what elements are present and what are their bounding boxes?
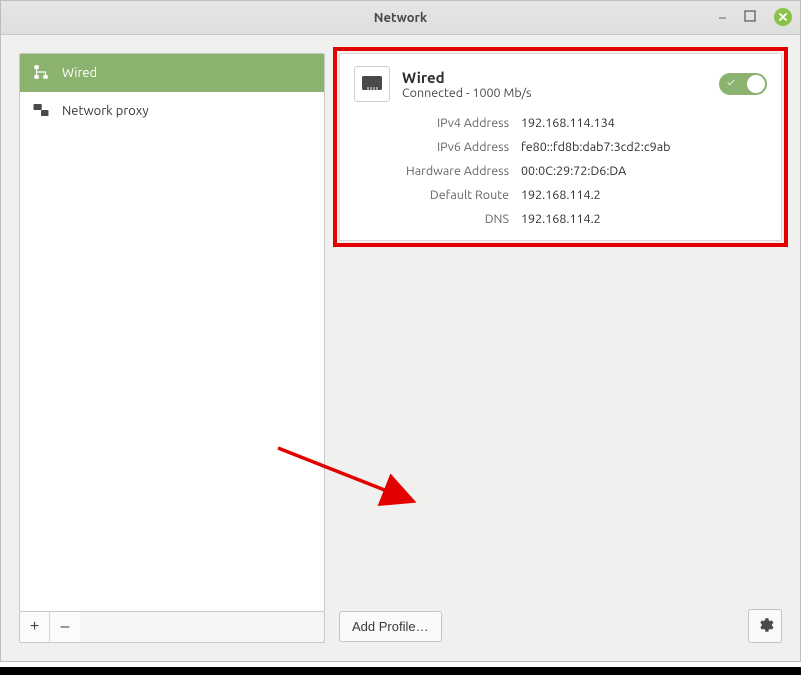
sidebar-item-network-proxy[interactable]: Network proxy [20,92,324,130]
titlebar: Network – [1,1,800,35]
plus-icon: + [30,618,39,636]
sidebar: Wired Network proxy + – [19,53,325,643]
hardware-address: 00:0C:29:72:D6:DA [521,164,767,178]
check-icon: ✓ [727,77,735,89]
close-button[interactable] [774,8,792,26]
detail-key: DNS [354,212,509,226]
dns: 192.168.114.2 [521,212,767,226]
ipv4-address: 192.168.114.134 [521,116,767,130]
settings-button[interactable] [748,609,782,643]
ipv6-address: fe80::fd8b:dab7:3cd2:c9ab [521,140,767,154]
wired-network-icon [32,63,50,84]
detail-key: Default Route [354,188,509,202]
detail-key: IPv4 Address [354,116,509,130]
minus-icon: – [61,618,70,636]
window-title: Network [374,11,427,25]
gear-icon [756,616,774,637]
wired-card: Wired Connected - 1000 Mb/s ✓ IPv4 Addre… [339,53,782,241]
sidebar-toolbar: + – [19,612,325,643]
sidebar-item-label: Wired [62,66,97,80]
ethernet-icon [354,66,390,102]
maximize-button[interactable] [744,10,756,24]
add-connection-button[interactable]: + [20,612,50,642]
sidebar-item-wired[interactable]: Wired [20,54,324,92]
wired-title: Wired [402,69,531,86]
default-route: 192.168.114.2 [521,188,767,202]
detail-key: Hardware Address [354,164,509,178]
add-profile-button[interactable]: Add Profile… [339,611,442,642]
remove-connection-button[interactable]: – [50,612,80,642]
minimize-button[interactable]: – [719,10,726,24]
wired-status: Connected - 1000 Mb/s [402,86,531,100]
wired-toggle[interactable]: ✓ [719,73,767,95]
proxy-icon [32,101,50,122]
detail-key: IPv6 Address [354,140,509,154]
sidebar-item-label: Network proxy [62,104,149,118]
